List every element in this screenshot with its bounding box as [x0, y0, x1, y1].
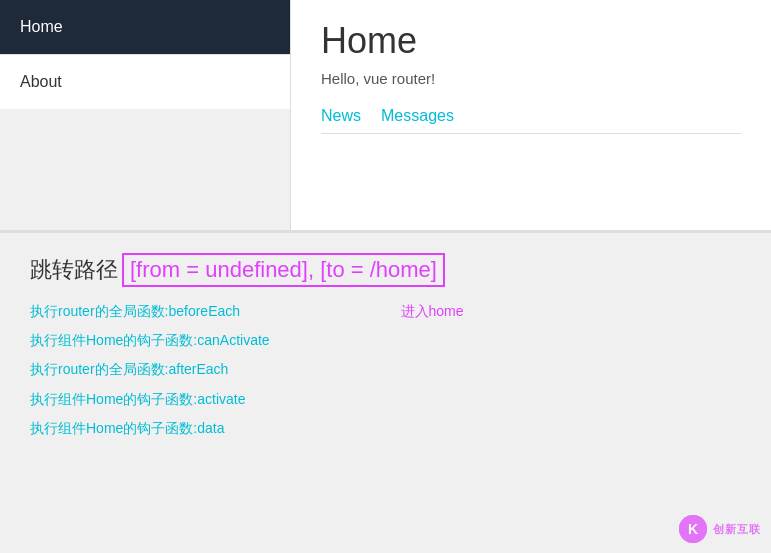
main-content: Home Hello, vue router! News Messages [290, 0, 771, 230]
log-rows: 执行router的全局函数:beforeEach 进入home 执行组件Home… [30, 299, 741, 441]
log-item-right [401, 416, 742, 441]
log-item: 执行组件Home的钩子函数:canActivate [30, 328, 371, 353]
watermark-icon: K [679, 515, 707, 543]
log-item-right: 进入home [401, 299, 742, 324]
sub-nav: News Messages [321, 107, 741, 134]
log-item: 执行组件Home的钩子函数:activate [30, 387, 371, 412]
page-title: Home [321, 20, 741, 62]
jump-path-row: 跳转路径 [from = undefined], [to = /home] [30, 253, 741, 287]
tab-messages[interactable]: Messages [381, 107, 454, 125]
sidebar-item-about[interactable]: About [0, 54, 290, 109]
jump-label: 跳转路径 [30, 255, 118, 285]
log-item: 执行router的全局函数:beforeEach [30, 299, 371, 324]
debug-section: 跳转路径 [from = undefined], [to = /home] 执行… [0, 230, 771, 461]
log-item-right [401, 357, 742, 382]
jump-value: [from = undefined], [to = /home] [122, 253, 445, 287]
sidebar-item-home[interactable]: Home [0, 0, 290, 54]
log-item: 执行组件Home的钩子函数:data [30, 416, 371, 441]
svg-text:K: K [688, 521, 698, 537]
log-item-right [401, 328, 742, 353]
watermark: K 创新互联 [679, 515, 761, 543]
log-item: 执行router的全局函数:afterEach [30, 357, 371, 382]
tab-news[interactable]: News [321, 107, 361, 125]
log-item-right [401, 387, 742, 412]
watermark-text: 创新互联 [713, 522, 761, 537]
sidebar: Home About [0, 0, 290, 230]
page-subtitle: Hello, vue router! [321, 70, 741, 87]
